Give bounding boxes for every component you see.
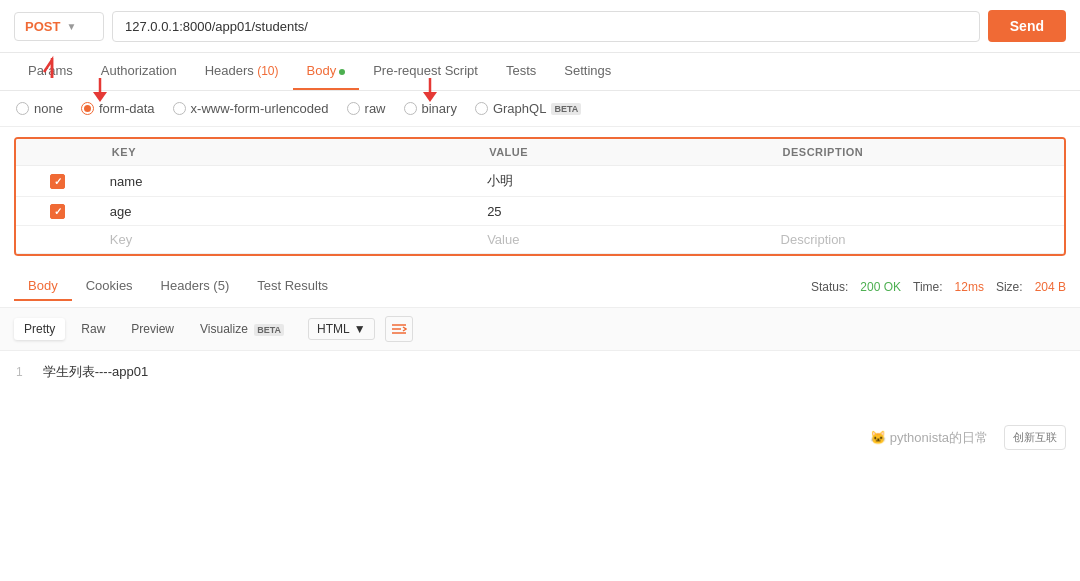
radio-form-data-circle — [81, 102, 94, 115]
radio-binary-label: binary — [422, 101, 457, 116]
row1-checkbox[interactable] — [50, 174, 65, 189]
resp-tab-test-results[interactable]: Test Results — [243, 272, 342, 301]
row2-checkbox[interactable] — [50, 204, 65, 219]
tab-pre-request[interactable]: Pre-request Script — [359, 53, 492, 90]
radio-form-data-label: form-data — [99, 101, 155, 116]
watermark-pythonista: 🐱 pythonista的日常 — [870, 429, 988, 447]
form-data-table: KEY VALUE DESCRIPTION name 小明 — [16, 139, 1064, 254]
body-type-row: none form-data x-www-form-urlencoded raw… — [0, 91, 1080, 127]
radio-form-data[interactable]: form-data — [81, 101, 155, 116]
method-chevron-icon: ▼ — [66, 21, 76, 32]
fmt-pretty[interactable]: Pretty — [14, 318, 65, 340]
row3-value[interactable]: Value — [477, 226, 770, 254]
radio-raw-circle — [347, 102, 360, 115]
tab-body[interactable]: Body — [293, 53, 360, 90]
resp-tab-cookies[interactable]: Cookies — [72, 272, 147, 301]
fmt-visualize[interactable]: Visualize BETA — [190, 318, 294, 340]
lang-select-label: HTML — [317, 322, 350, 336]
body-dot — [339, 69, 345, 75]
tab-tests[interactable]: Tests — [492, 53, 550, 90]
resp-tab-body[interactable]: Body — [14, 272, 72, 301]
time-label: Time: — [913, 280, 943, 294]
lang-select-chevron: ▼ — [354, 322, 366, 336]
row2-checkbox-cell[interactable] — [16, 197, 100, 226]
wrap-svg — [391, 322, 407, 336]
watermark-row: 🐱 pythonista的日常 创新互联 — [0, 411, 1080, 458]
tab-headers[interactable]: Headers (10) — [191, 53, 293, 90]
radio-urlencoded-circle — [173, 102, 186, 115]
visualize-beta: BETA — [254, 324, 284, 336]
status-value: 200 OK — [860, 280, 901, 294]
graphql-beta-badge: BETA — [551, 103, 581, 115]
line-content-1: 学生列表----app01 — [43, 363, 148, 381]
radio-graphql-circle — [475, 102, 488, 115]
radio-urlencoded[interactable]: x-www-form-urlencoded — [173, 101, 329, 116]
line-number-1: 1 — [16, 365, 23, 379]
response-tabs-row: Body Cookies Headers (5) Test Results St… — [0, 266, 1080, 308]
value-placeholder: Value — [487, 232, 519, 247]
time-value: 12ms — [955, 280, 984, 294]
tab-settings[interactable]: Settings — [550, 53, 625, 90]
radio-binary-circle — [404, 102, 417, 115]
wrap-icon[interactable] — [385, 316, 413, 342]
key-placeholder: Key — [110, 232, 132, 247]
status-label: Status: — [811, 280, 848, 294]
method-label: POST — [25, 19, 60, 34]
row1-key[interactable]: name — [100, 166, 477, 197]
row2-value[interactable]: 25 — [477, 197, 770, 226]
col-description: DESCRIPTION — [771, 139, 1064, 166]
size-label: Size: — [996, 280, 1023, 294]
table-row: Key Value Description — [16, 226, 1064, 254]
form-data-table-wrap: KEY VALUE DESCRIPTION name 小明 — [14, 137, 1066, 256]
radio-urlencoded-label: x-www-form-urlencoded — [191, 101, 329, 116]
send-button[interactable]: Send — [988, 10, 1066, 42]
radio-none-label: none — [34, 101, 63, 116]
row1-value[interactable]: 小明 — [477, 166, 770, 197]
brand-box: 创新互联 — [1004, 425, 1066, 450]
radio-none[interactable]: none — [16, 101, 63, 116]
fmt-raw[interactable]: Raw — [71, 318, 115, 340]
tab-params[interactable]: Params — [14, 53, 87, 90]
radio-raw-label: raw — [365, 101, 386, 116]
row2-key[interactable]: age — [100, 197, 477, 226]
row2-description[interactable] — [771, 197, 1064, 226]
row1-checkbox-cell[interactable] — [16, 166, 100, 197]
table-row: age 25 — [16, 197, 1064, 226]
url-bar: POST ▼ Send — [0, 0, 1080, 53]
table-row: name 小明 — [16, 166, 1064, 197]
method-select[interactable]: POST ▼ — [14, 12, 104, 41]
radio-graphql-label: GraphQL — [493, 101, 546, 116]
col-value: VALUE — [477, 139, 770, 166]
radio-none-circle — [16, 102, 29, 115]
size-value: 204 B — [1035, 280, 1066, 294]
response-meta: Status: 200 OK Time: 12ms Size: 204 B — [811, 280, 1066, 294]
fmt-preview[interactable]: Preview — [121, 318, 184, 340]
request-tabs: Params Authorization Headers (10) Body P… — [0, 53, 1080, 91]
row3-key[interactable]: Key — [100, 226, 477, 254]
col-key: KEY — [100, 139, 477, 166]
url-input[interactable] — [112, 11, 980, 42]
radio-raw[interactable]: raw — [347, 101, 386, 116]
row1-description[interactable] — [771, 166, 1064, 197]
response-tabs-left: Body Cookies Headers (5) Test Results — [14, 272, 342, 301]
resp-tab-headers[interactable]: Headers (5) — [147, 272, 244, 301]
row3-description[interactable]: Description — [771, 226, 1064, 254]
lang-select[interactable]: HTML ▼ — [308, 318, 375, 340]
response-body: 1 学生列表----app01 — [0, 351, 1080, 411]
app-container: POST ▼ Send Params Authorization Headers… — [0, 0, 1080, 458]
desc-placeholder: Description — [781, 232, 846, 247]
radio-binary[interactable]: binary — [404, 101, 457, 116]
response-line-1: 1 学生列表----app01 — [16, 361, 1064, 383]
format-row: Pretty Raw Preview Visualize BETA HTML ▼ — [0, 308, 1080, 351]
brand-label: 创新互联 — [1013, 430, 1057, 445]
radio-graphql[interactable]: GraphQL BETA — [475, 101, 581, 116]
row3-checkbox-cell[interactable] — [16, 226, 100, 254]
tab-authorization[interactable]: Authorization — [87, 53, 191, 90]
